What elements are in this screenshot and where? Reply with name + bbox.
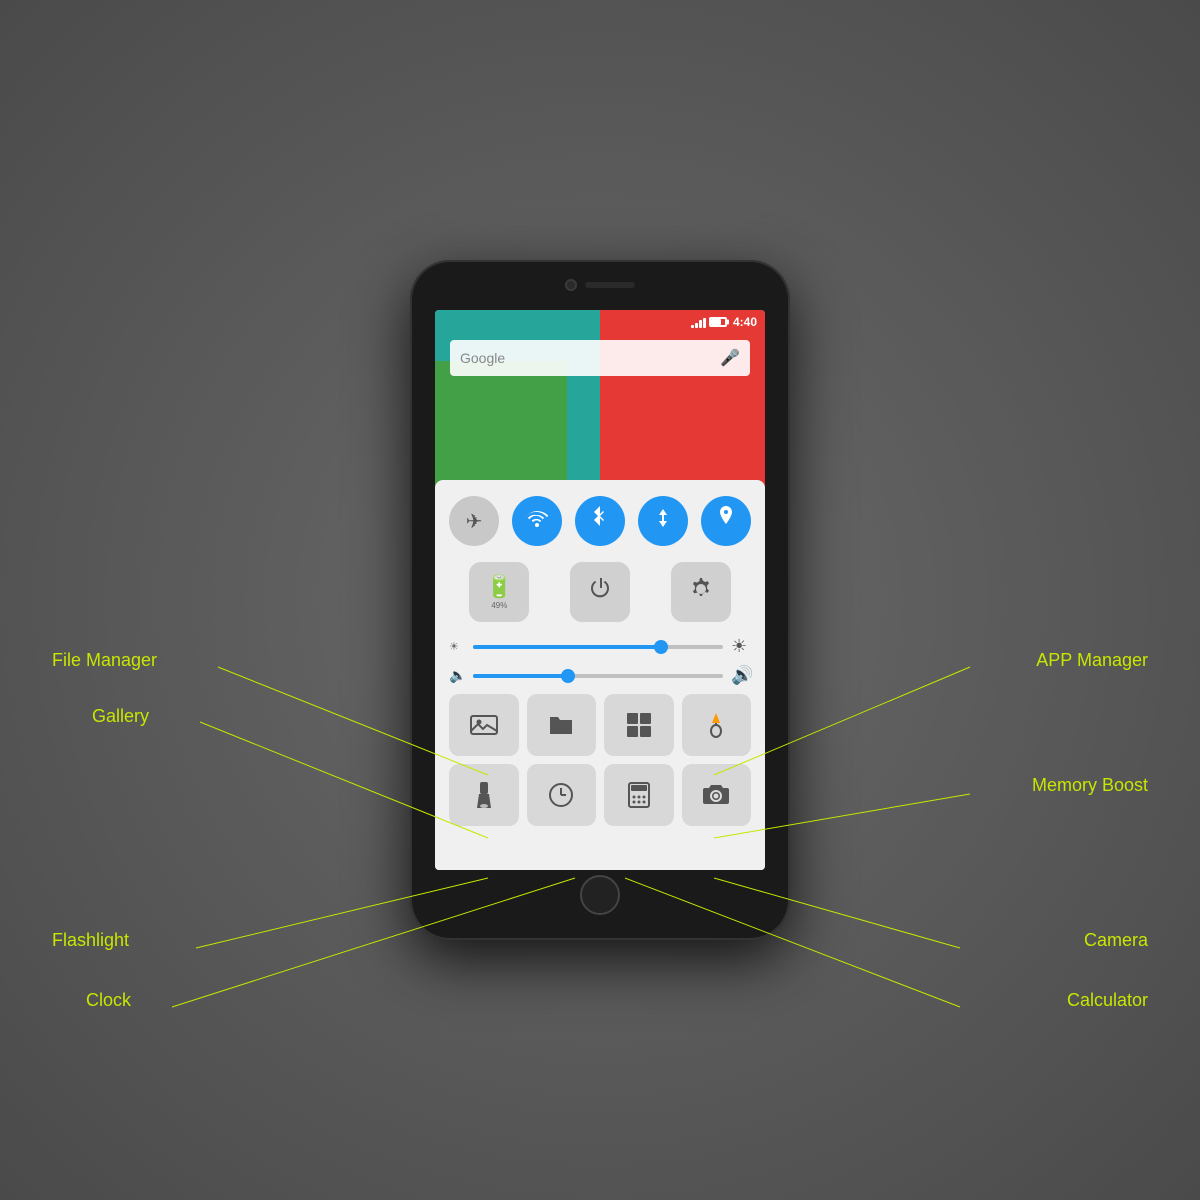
app-manager-app[interactable]: [604, 694, 674, 756]
camera-app[interactable]: [682, 764, 752, 826]
signal-bar-2: [695, 323, 698, 328]
power-button[interactable]: [570, 562, 630, 622]
signal-bar-1: [691, 325, 694, 328]
data-toggle[interactable]: [638, 496, 688, 546]
gallery-app[interactable]: [449, 694, 519, 756]
volume-thumb: [561, 669, 575, 683]
volume-track[interactable]: [473, 674, 723, 678]
phone-top-bar: [410, 260, 790, 310]
settings-button[interactable]: [671, 562, 731, 622]
battery-percentage: 49%: [491, 601, 507, 610]
volume-fill: [473, 674, 568, 678]
memory-boost-app[interactable]: [682, 694, 752, 756]
search-text: Google: [460, 350, 720, 366]
data-icon: [652, 507, 674, 535]
battery-fill: [711, 319, 721, 325]
app-grid: [449, 694, 751, 826]
file-manager-label: File Manager: [52, 650, 157, 671]
memory-boost-label: Memory Boost: [1032, 775, 1148, 796]
phone-speaker: [585, 282, 635, 288]
flashlight-app[interactable]: [449, 764, 519, 826]
brightness-min-icon: ☀: [449, 640, 465, 653]
gallery-label: Gallery: [92, 706, 149, 727]
settings-gear-icon: [688, 576, 714, 608]
bluetooth-toggle[interactable]: [575, 496, 625, 546]
airplane-icon: ✈: [466, 509, 483, 534]
bluetooth-icon: [591, 506, 609, 536]
battery-icon: [709, 317, 727, 327]
clock-app[interactable]: [527, 764, 597, 826]
scene: 4:40 Google 🎤 ✈: [0, 0, 1200, 1200]
clock-label: Clock: [86, 990, 131, 1011]
home-button[interactable]: [580, 875, 620, 915]
brightness-slider-row: ☀ ☀: [449, 636, 751, 657]
signal-icon: [691, 316, 706, 328]
file-manager-app[interactable]: [527, 694, 597, 756]
wifi-icon: [525, 509, 549, 533]
time-display: 4:40: [733, 315, 757, 329]
secondary-icon-row: 🔋 49%: [449, 562, 751, 622]
battery-button[interactable]: 🔋 49%: [469, 562, 529, 622]
airplane-mode-toggle[interactable]: ✈: [449, 496, 499, 546]
toggle-row: ✈: [449, 496, 751, 546]
phone-screen: 4:40 Google 🎤 ✈: [435, 310, 765, 870]
front-camera: [565, 279, 577, 291]
phone-bottom: [580, 870, 620, 920]
calculator-label: Calculator: [1067, 990, 1148, 1011]
volume-max-icon: 🔊: [731, 665, 751, 686]
calculator-app[interactable]: [604, 764, 674, 826]
google-search-bar[interactable]: Google 🎤: [450, 340, 750, 376]
brightness-fill: [473, 645, 661, 649]
app-manager-label: APP Manager: [1036, 650, 1148, 671]
quick-settings-panel: ✈: [435, 480, 765, 870]
brightness-max-icon: ☀: [731, 636, 751, 657]
signal-bar-4: [703, 318, 706, 328]
volume-min-icon: 🔈: [449, 667, 465, 684]
battery-status-icon: 🔋: [486, 574, 513, 600]
phone-device: 4:40 Google 🎤 ✈: [410, 260, 790, 940]
wifi-toggle[interactable]: [512, 496, 562, 546]
signal-bar-3: [699, 320, 702, 328]
flashlight-label: Flashlight: [52, 930, 129, 951]
status-icons: 4:40: [691, 315, 757, 329]
power-icon: [587, 576, 613, 608]
status-bar: 4:40: [435, 310, 765, 334]
brightness-track[interactable]: [473, 645, 723, 649]
camera-label: Camera: [1084, 930, 1148, 951]
volume-slider-row: 🔈 🔊: [449, 665, 751, 686]
location-toggle[interactable]: [701, 496, 751, 546]
location-icon: [717, 506, 735, 536]
mic-icon[interactable]: 🎤: [720, 348, 740, 368]
brightness-thumb: [654, 640, 668, 654]
